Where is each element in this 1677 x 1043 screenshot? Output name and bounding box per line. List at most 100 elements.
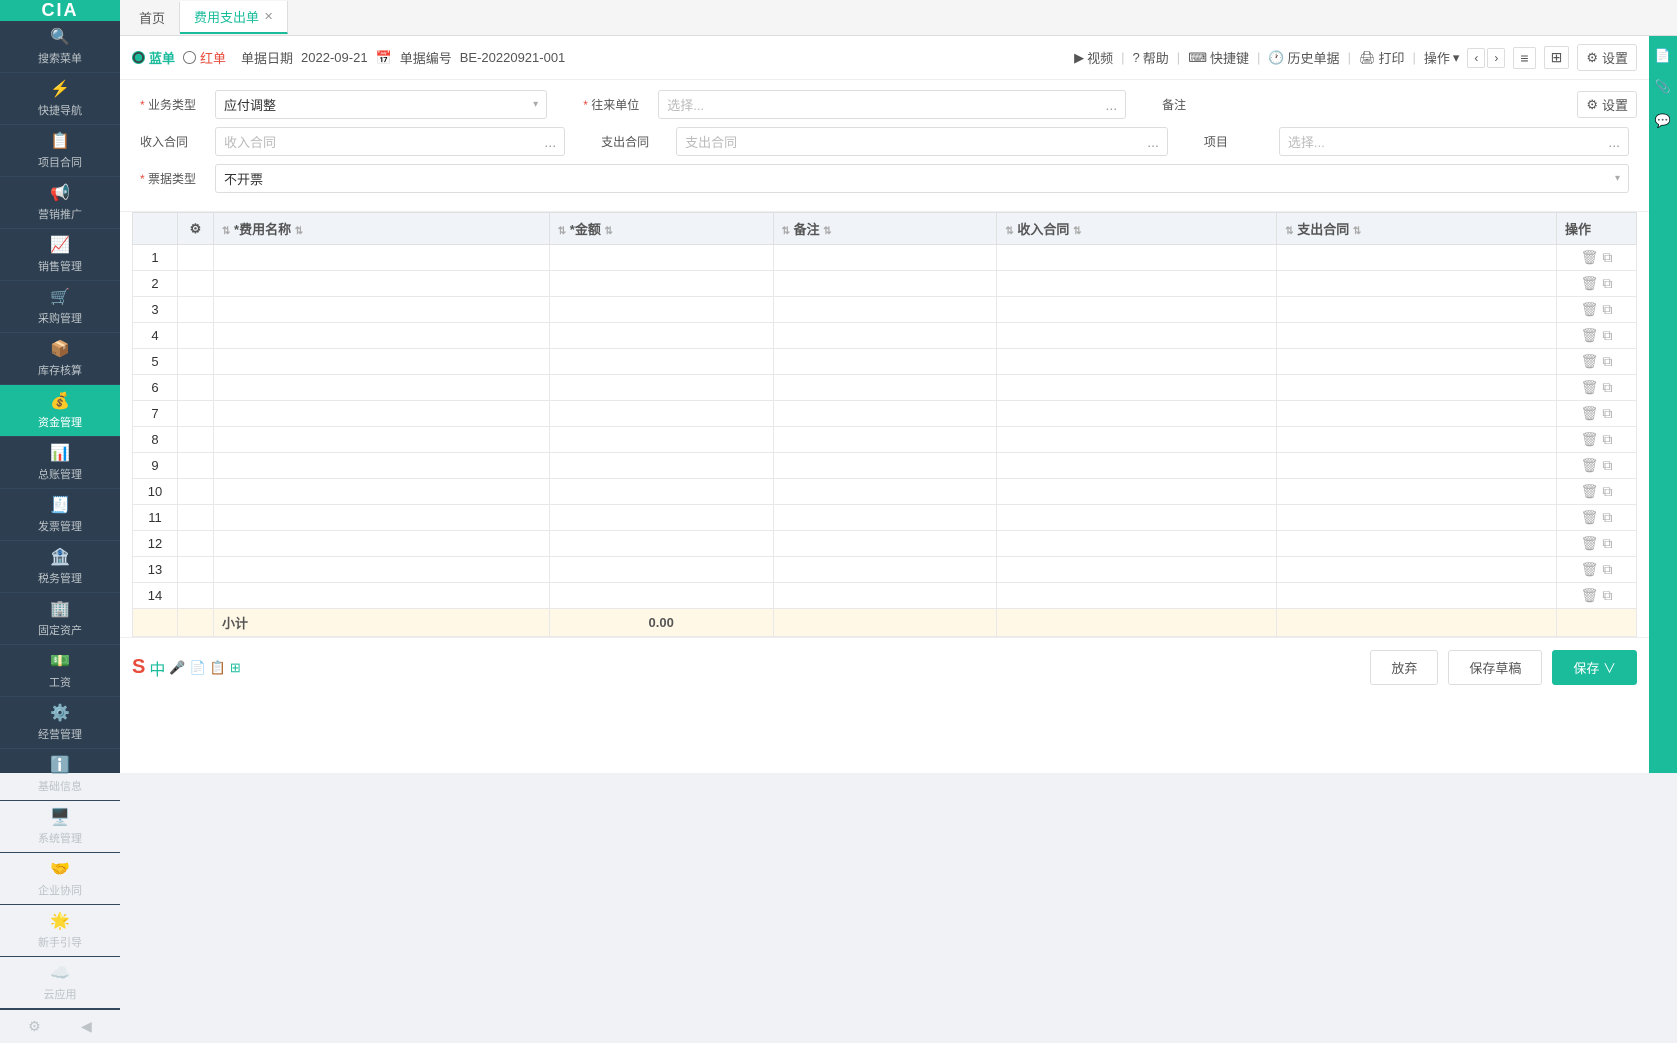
row-remark[interactable]: [773, 271, 997, 297]
row-expense-name[interactable]: [214, 297, 550, 323]
delete-row-icon[interactable]: 🗑: [1581, 431, 1599, 448]
tab-close-icon[interactable]: ✕: [264, 10, 273, 23]
sidebar-item-accounting[interactable]: 📊 总账管理: [0, 437, 120, 489]
row-expense-name[interactable]: [214, 401, 550, 427]
row-income-contract[interactable]: [997, 375, 1277, 401]
delete-row-icon[interactable]: 🗑: [1581, 301, 1599, 318]
volume-icon[interactable]: ◀: [81, 1018, 92, 1035]
copy-row-icon[interactable]: ⧉: [1602, 535, 1612, 552]
sidebar-item-purchase[interactable]: 🛒 采购管理: [0, 281, 120, 333]
tab-expense[interactable]: 费用支出单 ✕: [180, 1, 288, 34]
sidebar-item-capital[interactable]: 💰 资金管理: [0, 385, 120, 437]
sidebar-item-fixed-assets[interactable]: 🏢 固定资产: [0, 593, 120, 645]
row-expense-name[interactable]: [214, 583, 550, 609]
row-expense-name[interactable]: [214, 349, 550, 375]
sidebar-item-ops[interactable]: ⚙️ 经营管理: [0, 697, 120, 749]
expense-contract-input[interactable]: 支出合同 ...: [676, 127, 1168, 156]
copy-row-icon[interactable]: ⧉: [1602, 379, 1612, 396]
delete-row-icon[interactable]: 🗑: [1581, 405, 1599, 422]
th-gear[interactable]: ⚙: [178, 213, 214, 245]
prev-button[interactable]: ‹: [1467, 48, 1485, 68]
right-float-doc[interactable]: 📄: [1649, 41, 1677, 70]
list-view-button[interactable]: ⊞: [1544, 46, 1570, 69]
delete-row-icon[interactable]: 🗑: [1581, 535, 1599, 552]
discard-button[interactable]: 放弃: [1370, 650, 1438, 685]
row-income-contract[interactable]: [997, 245, 1277, 271]
sidebar-item-new-guide[interactable]: 🌟 新手引导: [0, 905, 120, 957]
copy-row-icon[interactable]: ⧉: [1602, 327, 1612, 344]
sidebar-item-inventory[interactable]: 📦 库存核算: [0, 333, 120, 385]
row-remark[interactable]: [773, 323, 997, 349]
delete-row-icon[interactable]: 🗑: [1581, 379, 1599, 396]
row-expense-name[interactable]: [214, 453, 550, 479]
blue-single-radio[interactable]: 蓝单: [132, 48, 175, 67]
copy-row-icon[interactable]: ⧉: [1602, 587, 1612, 604]
row-amount[interactable]: [549, 401, 773, 427]
copy-row-icon[interactable]: ⧉: [1602, 457, 1612, 474]
copy-row-icon[interactable]: ⧉: [1602, 405, 1612, 422]
row-income-contract[interactable]: [997, 297, 1277, 323]
row-remark[interactable]: [773, 375, 997, 401]
row-income-contract[interactable]: [997, 271, 1277, 297]
next-button[interactable]: ›: [1487, 48, 1505, 68]
row-expense-name[interactable]: [214, 245, 550, 271]
row-expense-name[interactable]: [214, 479, 550, 505]
row-remark[interactable]: [773, 245, 997, 271]
expense-contract-dots[interactable]: ...: [1147, 134, 1159, 150]
row-expense-name[interactable]: [214, 557, 550, 583]
row-remark[interactable]: [773, 505, 997, 531]
row-remark[interactable]: [773, 349, 997, 375]
sidebar-item-sys-mgmt[interactable]: 🖥️ 系统管理: [0, 801, 120, 853]
row-remark[interactable]: [773, 401, 997, 427]
copy-row-icon[interactable]: ⧉: [1602, 431, 1612, 448]
row-income-contract[interactable]: [997, 401, 1277, 427]
th-income-contract[interactable]: ⇅ 收入合同 ⇅: [997, 213, 1277, 245]
business-type-input[interactable]: 应付调整 ▾: [215, 90, 547, 119]
row-remark[interactable]: [773, 297, 997, 323]
save-button[interactable]: 保存 ∨: [1552, 650, 1637, 685]
th-expense-contract[interactable]: ⇅ 支出合同 ⇅: [1277, 213, 1557, 245]
grid-view-button[interactable]: ≡: [1513, 47, 1535, 69]
delete-row-icon[interactable]: 🗑: [1581, 275, 1599, 292]
row-amount[interactable]: [549, 531, 773, 557]
row-amount[interactable]: [549, 375, 773, 401]
history-button[interactable]: 🕐 历史单据: [1268, 48, 1339, 67]
copy-row-icon[interactable]: ⧉: [1602, 249, 1612, 266]
th-amount[interactable]: ⇅ *金额 ⇅: [549, 213, 773, 245]
counterpart-input[interactable]: 选择... ...: [658, 90, 1126, 119]
sidebar-item-search-menu[interactable]: 🔍 搜索菜单: [0, 21, 120, 73]
delete-row-icon[interactable]: 🗑: [1581, 561, 1599, 578]
row-expense-contract[interactable]: [1277, 271, 1557, 297]
delete-row-icon[interactable]: 🗑: [1581, 457, 1599, 474]
row-income-contract[interactable]: [997, 583, 1277, 609]
copy-row-icon[interactable]: ⧉: [1602, 483, 1612, 500]
row-expense-contract[interactable]: [1277, 401, 1557, 427]
row-remark[interactable]: [773, 531, 997, 557]
right-float-comment[interactable]: 💬: [1649, 103, 1677, 136]
row-income-contract[interactable]: [997, 505, 1277, 531]
row-remark[interactable]: [773, 557, 997, 583]
row-remark[interactable]: [773, 453, 997, 479]
row-amount[interactable]: [549, 427, 773, 453]
row-expense-name[interactable]: [214, 271, 550, 297]
sidebar-item-salary[interactable]: 💵 工资: [0, 645, 120, 697]
row-expense-contract[interactable]: [1277, 557, 1557, 583]
tab-home[interactable]: 首页: [125, 2, 180, 33]
copy-row-icon[interactable]: ⧉: [1602, 301, 1612, 318]
copy-row-icon[interactable]: ⧉: [1602, 353, 1612, 370]
row-income-contract[interactable]: [997, 531, 1277, 557]
project-input[interactable]: 选择... ...: [1279, 127, 1629, 156]
row-amount[interactable]: [549, 557, 773, 583]
row-income-contract[interactable]: [997, 557, 1277, 583]
row-income-contract[interactable]: [997, 323, 1277, 349]
delete-row-icon[interactable]: 🗑: [1581, 327, 1599, 344]
row-amount[interactable]: [549, 505, 773, 531]
sidebar-item-enterprise[interactable]: 🤝 企业协同: [0, 853, 120, 905]
red-single-radio[interactable]: 红单: [183, 48, 226, 67]
income-contract-input[interactable]: 收入合同 ...: [215, 127, 565, 156]
row-remark[interactable]: [773, 583, 997, 609]
row-amount[interactable]: [549, 271, 773, 297]
delete-row-icon[interactable]: 🗑: [1581, 509, 1599, 526]
row-expense-contract[interactable]: [1277, 505, 1557, 531]
sidebar-item-invoice[interactable]: 🧾 发票管理: [0, 489, 120, 541]
